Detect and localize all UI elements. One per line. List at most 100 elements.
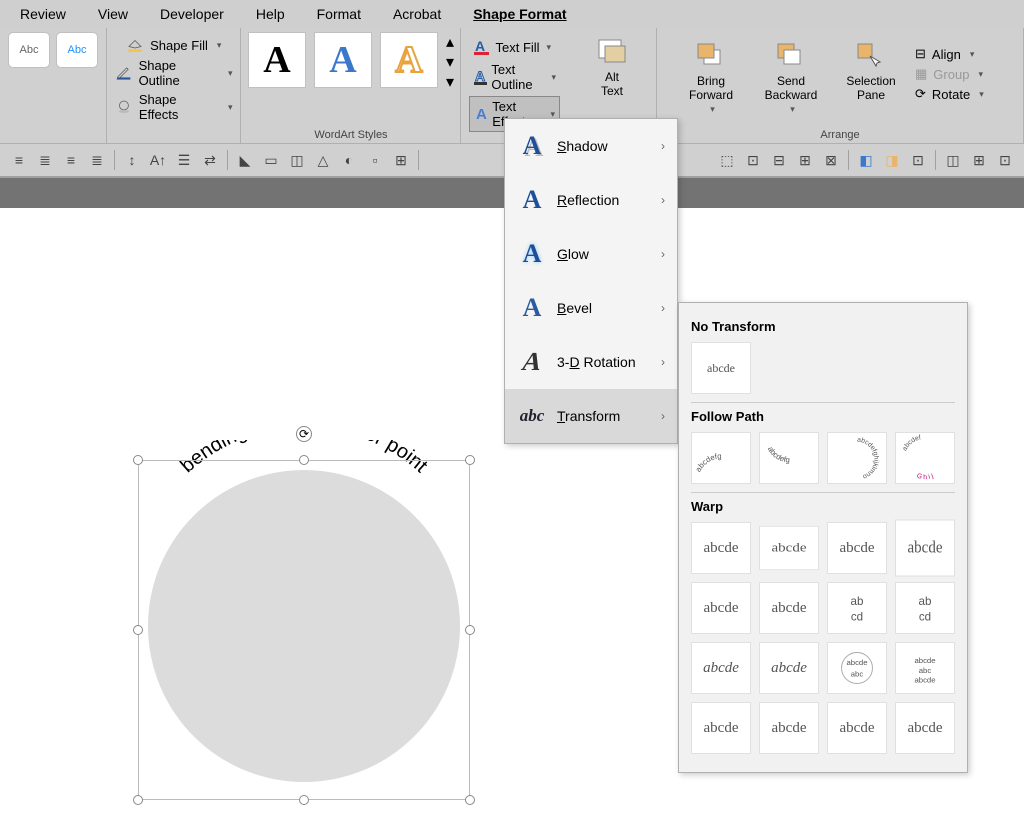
- warp-5[interactable]: abcde: [691, 582, 751, 634]
- resize-handle-bl[interactable]: [133, 795, 143, 805]
- qat-btn[interactable]: ◣: [234, 149, 256, 171]
- shape-fill-label: Shape Fill: [150, 38, 208, 53]
- selection-pane-icon: [854, 38, 888, 72]
- resize-handle-tl[interactable]: [133, 455, 143, 465]
- wordart-row-down-icon[interactable]: ▾: [446, 52, 454, 72]
- warp-12[interactable]: abcdeabcabcde: [895, 642, 955, 694]
- warp-3[interactable]: abcde: [827, 522, 887, 574]
- wordart-row-up-icon[interactable]: ▴: [446, 32, 454, 52]
- qat-btn[interactable]: ⊡: [742, 149, 764, 171]
- qat-btn[interactable]: ↕: [121, 149, 143, 171]
- fx-3d-rotation[interactable]: A 3-D Rotation›: [505, 335, 677, 389]
- tab-developer[interactable]: Developer: [144, 2, 240, 26]
- warp-1[interactable]: abcde: [691, 522, 751, 574]
- resize-handle-tr[interactable]: [465, 455, 475, 465]
- resize-handle-b[interactable]: [299, 795, 309, 805]
- fx-shadow[interactable]: A Shadow›: [505, 119, 677, 173]
- qat-btn[interactable]: ◫: [286, 149, 308, 171]
- follow-path-button[interactable]: abcdefG h i j: [895, 432, 955, 484]
- qat-btn[interactable]: ◨: [881, 149, 903, 171]
- qat-btn[interactable]: ⬚: [716, 149, 738, 171]
- fx-bevel[interactable]: A Bevel›: [505, 281, 677, 335]
- qat-btn[interactable]: ≡: [8, 149, 30, 171]
- resize-handle-r[interactable]: [465, 625, 475, 635]
- shape-effects-button[interactable]: Shape Effects: [115, 92, 232, 122]
- transform-none[interactable]: abcde: [691, 342, 751, 394]
- shape-preset-1[interactable]: Abc: [8, 32, 50, 68]
- send-backward-button[interactable]: Send Backward: [755, 38, 827, 115]
- qat-btn[interactable]: A↑: [147, 149, 169, 171]
- warp-10[interactable]: abcde: [759, 642, 819, 694]
- align-button[interactable]: ⊟Align: [915, 46, 974, 62]
- qat-btn[interactable]: ⊞: [968, 149, 990, 171]
- tab-format[interactable]: Format: [301, 2, 377, 26]
- shape-outline-button[interactable]: Shape Outline: [115, 58, 232, 88]
- svg-text:abc: abc: [919, 666, 932, 675]
- follow-path-arch-up[interactable]: abcdefg: [691, 432, 751, 484]
- warp-14[interactable]: abcde: [759, 702, 819, 754]
- qat-btn[interactable]: ⊞: [390, 149, 412, 171]
- group-button[interactable]: ▦Group: [915, 66, 983, 82]
- tab-help[interactable]: Help: [240, 2, 301, 26]
- wordart-preset-3[interactable]: A: [380, 32, 438, 88]
- resize-handle-t[interactable]: [299, 455, 309, 465]
- rotation-handle[interactable]: ⟳: [296, 426, 312, 442]
- bevel-icon: A: [517, 293, 547, 323]
- warp-15[interactable]: abcde: [827, 702, 887, 754]
- follow-path-arch-down[interactable]: abcdefg: [759, 432, 819, 484]
- text-outline-button[interactable]: A Text Outline: [469, 60, 560, 94]
- qat-btn[interactable]: ≣: [86, 149, 108, 171]
- shape-preset-2[interactable]: Abc: [56, 32, 98, 68]
- qat-btn[interactable]: ⊟: [768, 149, 790, 171]
- wordart-preset-1[interactable]: A: [248, 32, 306, 88]
- warp-2[interactable]: abcde: [759, 526, 819, 570]
- warp-13[interactable]: abcde: [691, 702, 751, 754]
- qat-btn[interactable]: ⊠: [820, 149, 842, 171]
- qat-btn[interactable]: ◫: [942, 149, 964, 171]
- qat-btn[interactable]: ⊡: [907, 149, 929, 171]
- text-fill-button[interactable]: A Text Fill: [469, 36, 555, 58]
- text-outline-label: Text Outline: [491, 62, 544, 92]
- qat-btn[interactable]: ▭: [260, 149, 282, 171]
- fx-transform[interactable]: abc Transform›: [505, 389, 677, 443]
- fx-reflection[interactable]: A Reflection›: [505, 173, 677, 227]
- warp-16[interactable]: abcde: [895, 702, 955, 754]
- wordart-preset-2[interactable]: A: [314, 32, 372, 88]
- qat-btn[interactable]: △: [312, 149, 334, 171]
- qat-btn[interactable]: ⊞: [794, 149, 816, 171]
- rotate-button[interactable]: ⟳Rotate: [915, 86, 984, 102]
- svg-text:ab: ab: [851, 595, 864, 608]
- warp-8[interactable]: abcd: [895, 582, 955, 634]
- alt-text-button[interactable]: Alt Text: [576, 34, 648, 98]
- qat-btn[interactable]: ⊡: [994, 149, 1016, 171]
- fx-glow[interactable]: A Glow›: [505, 227, 677, 281]
- bring-forward-icon: [694, 38, 728, 72]
- qat-btn[interactable]: ◧: [855, 149, 877, 171]
- send-backward-label: Send Backward: [765, 74, 818, 102]
- tab-view[interactable]: View: [82, 2, 144, 26]
- wordart-more-icon[interactable]: ▾: [446, 72, 454, 92]
- qat-btn[interactable]: ≡: [60, 149, 82, 171]
- warp-9[interactable]: abcde: [691, 642, 751, 694]
- qat-btn[interactable]: ◐: [338, 149, 360, 171]
- bring-forward-button[interactable]: Bring Forward: [675, 38, 747, 115]
- selection-pane-button[interactable]: Selection Pane: [835, 38, 907, 115]
- fx-shadow-label: hadow: [566, 138, 607, 154]
- shape-fill-button[interactable]: Shape Fill: [126, 36, 221, 54]
- warp-6[interactable]: abcde: [759, 582, 819, 634]
- warp-11[interactable]: abcdeabc: [827, 642, 887, 694]
- svg-text:abcde: abcde: [914, 676, 935, 685]
- selected-shape[interactable]: bending a text in power point ⟳: [138, 460, 470, 800]
- follow-path-circle[interactable]: abcdefghijklmno: [827, 432, 887, 484]
- warp-7[interactable]: abcd: [827, 582, 887, 634]
- qat-btn[interactable]: ▫: [364, 149, 386, 171]
- tab-review[interactable]: Review: [4, 2, 82, 26]
- tab-shape-format[interactable]: Shape Format: [457, 2, 582, 26]
- resize-handle-br[interactable]: [465, 795, 475, 805]
- qat-btn[interactable]: ⇄: [199, 149, 221, 171]
- qat-btn[interactable]: ☰: [173, 149, 195, 171]
- qat-btn[interactable]: ≣: [34, 149, 56, 171]
- resize-handle-l[interactable]: [133, 625, 143, 635]
- tab-acrobat[interactable]: Acrobat: [377, 2, 457, 26]
- warp-4[interactable]: abcde: [895, 519, 955, 576]
